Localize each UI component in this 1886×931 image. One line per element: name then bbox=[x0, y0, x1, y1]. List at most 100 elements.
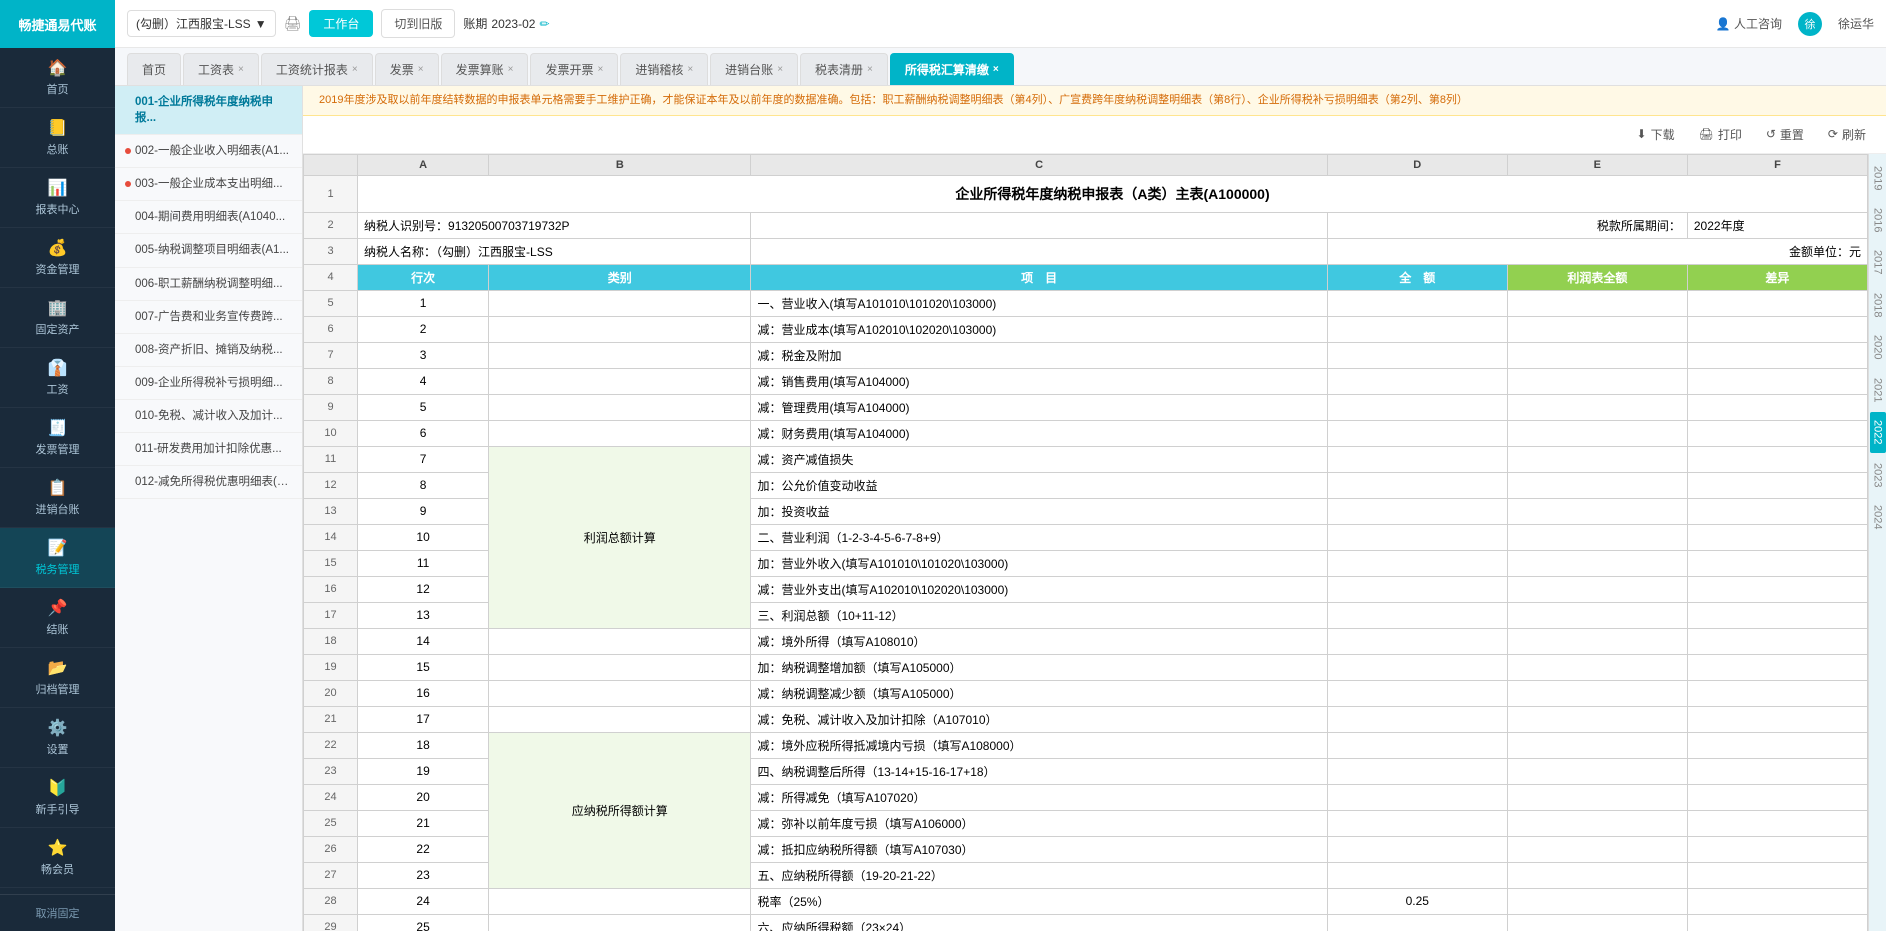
left-panel-item-006[interactable]: 006-职工薪酬纳税调整明细... bbox=[115, 268, 302, 301]
seq-cell[interactable]: 7 bbox=[358, 446, 489, 472]
seq-cell[interactable]: 18 bbox=[358, 732, 489, 758]
profit-amount-cell[interactable] bbox=[1507, 862, 1687, 888]
profit-amount-cell[interactable] bbox=[1507, 524, 1687, 550]
seq-cell[interactable]: 11 bbox=[358, 550, 489, 576]
amount-cell[interactable] bbox=[1327, 472, 1507, 498]
profit-amount-cell[interactable] bbox=[1507, 836, 1687, 862]
amount-cell[interactable] bbox=[1327, 628, 1507, 654]
year-item-2016[interactable]: 2016 bbox=[1870, 200, 1886, 240]
profit-amount-cell[interactable] bbox=[1507, 342, 1687, 368]
profit-amount-cell[interactable] bbox=[1507, 706, 1687, 732]
left-panel-item-011[interactable]: 011-研发费用加计扣除优惠... bbox=[115, 433, 302, 466]
left-panel-item-003[interactable]: 003-一般企业成本支出明细... bbox=[115, 168, 302, 201]
amount-cell[interactable] bbox=[1327, 446, 1507, 472]
tab-invoice[interactable]: 发票 × bbox=[375, 53, 439, 85]
item-cell[interactable]: 加：公允价值变动收益 bbox=[751, 472, 1327, 498]
print-button[interactable]: 🖨 打印 bbox=[1691, 122, 1750, 147]
item-cell[interactable]: 税率（25%） bbox=[751, 888, 1327, 914]
seq-cell[interactable]: 9 bbox=[358, 498, 489, 524]
switch-old-button[interactable]: 切到旧版 bbox=[381, 9, 455, 38]
sidebar-item-purchase-sales[interactable]: 📋 进销台账 bbox=[0, 468, 115, 528]
profit-amount-cell[interactable] bbox=[1507, 784, 1687, 810]
diff-cell[interactable] bbox=[1687, 836, 1867, 862]
seq-cell[interactable]: 25 bbox=[358, 914, 489, 931]
amount-cell[interactable] bbox=[1327, 576, 1507, 602]
diff-cell[interactable] bbox=[1687, 550, 1867, 576]
item-cell[interactable]: 减：纳税调整减少额（填写A105000） bbox=[751, 680, 1327, 706]
item-cell[interactable]: 减：境外应税所得抵减境内亏损（填写A108000） bbox=[751, 732, 1327, 758]
item-cell[interactable]: 减：所得减免（填写A107020） bbox=[751, 784, 1327, 810]
seq-cell[interactable]: 20 bbox=[358, 784, 489, 810]
diff-cell[interactable] bbox=[1687, 888, 1867, 914]
sidebar-item-ledger[interactable]: 📒 总账 bbox=[0, 108, 115, 168]
sidebar-item-salary[interactable]: 👔 工资 bbox=[0, 348, 115, 408]
diff-cell[interactable] bbox=[1687, 758, 1867, 784]
diff-cell[interactable] bbox=[1687, 524, 1867, 550]
sidebar-footer-unpin[interactable]: 取消固定 bbox=[0, 894, 115, 931]
tab-salary-stats[interactable]: 工资统计报表 × bbox=[261, 53, 373, 85]
amount-cell[interactable] bbox=[1327, 680, 1507, 706]
seq-cell[interactable]: 21 bbox=[358, 810, 489, 836]
seq-cell[interactable]: 1 bbox=[358, 290, 489, 316]
amount-cell[interactable] bbox=[1327, 914, 1507, 931]
item-cell[interactable]: 加：投资收益 bbox=[751, 498, 1327, 524]
seq-cell[interactable]: 10 bbox=[358, 524, 489, 550]
diff-cell[interactable] bbox=[1687, 784, 1867, 810]
diff-cell[interactable] bbox=[1687, 576, 1867, 602]
tab-tax-table-close[interactable]: × bbox=[867, 64, 873, 75]
seq-cell[interactable]: 13 bbox=[358, 602, 489, 628]
diff-cell[interactable] bbox=[1687, 810, 1867, 836]
download-button[interactable]: ⬇ 下载 bbox=[1629, 122, 1683, 147]
profit-amount-cell[interactable] bbox=[1507, 550, 1687, 576]
year-item-2018[interactable]: 2018 bbox=[1870, 285, 1886, 325]
left-panel-item-001[interactable]: 001-企业所得税年度纳税申报... bbox=[115, 86, 302, 135]
diff-cell[interactable] bbox=[1687, 680, 1867, 706]
amount-cell[interactable] bbox=[1327, 810, 1507, 836]
amount-cell[interactable] bbox=[1327, 602, 1507, 628]
year-item-2021[interactable]: 2021 bbox=[1870, 370, 1886, 410]
tab-purchase-ledger[interactable]: 进销台账 × bbox=[710, 53, 798, 85]
item-cell[interactable]: 减：境外所得（填写A108010） bbox=[751, 628, 1327, 654]
category-cell[interactable] bbox=[489, 914, 751, 931]
seq-cell[interactable]: 17 bbox=[358, 706, 489, 732]
amount-cell[interactable] bbox=[1327, 524, 1507, 550]
profit-amount-cell[interactable] bbox=[1507, 888, 1687, 914]
seq-cell[interactable]: 24 bbox=[358, 888, 489, 914]
diff-cell[interactable] bbox=[1687, 732, 1867, 758]
item-cell[interactable]: 减：管理费用(填写A104000) bbox=[751, 394, 1327, 420]
seq-cell[interactable]: 3 bbox=[358, 342, 489, 368]
seq-cell[interactable]: 4 bbox=[358, 368, 489, 394]
profit-amount-cell[interactable] bbox=[1507, 914, 1687, 931]
category-cell[interactable] bbox=[489, 368, 751, 394]
edit-period-icon[interactable]: ✏ bbox=[539, 17, 549, 31]
tab-purchase-audit[interactable]: 进销稽核 × bbox=[620, 53, 708, 85]
diff-cell[interactable] bbox=[1687, 316, 1867, 342]
amount-cell[interactable] bbox=[1327, 862, 1507, 888]
diff-cell[interactable] bbox=[1687, 654, 1867, 680]
diff-cell[interactable] bbox=[1687, 706, 1867, 732]
seq-cell[interactable]: 23 bbox=[358, 862, 489, 888]
item-cell[interactable]: 三、利润总额（10+11-12） bbox=[751, 602, 1327, 628]
amount-cell[interactable] bbox=[1327, 316, 1507, 342]
diff-cell[interactable] bbox=[1687, 914, 1867, 931]
category-cell[interactable] bbox=[489, 290, 751, 316]
profit-amount-cell[interactable] bbox=[1507, 732, 1687, 758]
category-cell[interactable] bbox=[489, 316, 751, 342]
item-cell[interactable]: 减：销售费用(填写A104000) bbox=[751, 368, 1327, 394]
category-cell[interactable]: 利润总额计算 bbox=[489, 446, 751, 628]
year-item-2017[interactable]: 2017 bbox=[1870, 242, 1886, 282]
profit-amount-cell[interactable] bbox=[1507, 602, 1687, 628]
profit-amount-cell[interactable] bbox=[1507, 420, 1687, 446]
category-cell[interactable] bbox=[489, 420, 751, 446]
tab-salary-stats-close[interactable]: × bbox=[352, 64, 358, 75]
tab-invoice-open-close[interactable]: × bbox=[597, 64, 603, 75]
customer-service[interactable]: 👤 人工咨询 bbox=[1716, 15, 1782, 32]
seq-cell[interactable]: 12 bbox=[358, 576, 489, 602]
diff-cell[interactable] bbox=[1687, 446, 1867, 472]
category-cell[interactable] bbox=[489, 394, 751, 420]
amount-cell[interactable] bbox=[1327, 550, 1507, 576]
year-item-2024[interactable]: 2024 bbox=[1870, 497, 1886, 537]
category-cell[interactable] bbox=[489, 628, 751, 654]
item-cell[interactable]: 减：财务费用(填写A104000) bbox=[751, 420, 1327, 446]
item-cell[interactable]: 减：营业成本(填写A102010\102020\103000) bbox=[751, 316, 1327, 342]
